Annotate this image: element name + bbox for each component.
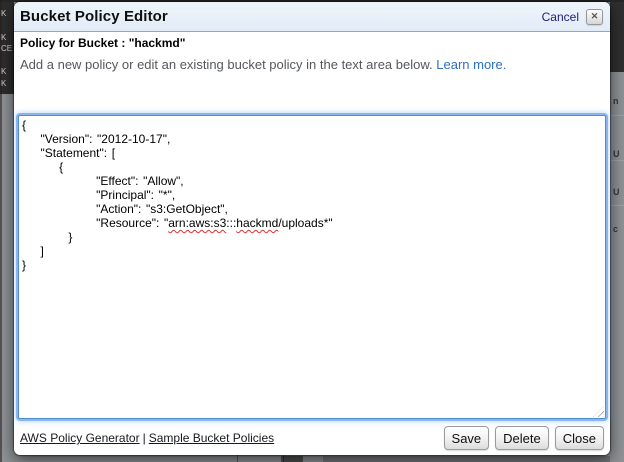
page-behind-text-smudge: [281, 456, 303, 462]
overlay-column-divider: [237, 455, 238, 462]
overlay-row-line: [610, 205, 624, 206]
overlay-row-line: [610, 115, 624, 116]
cancel-link[interactable]: Cancel: [542, 10, 579, 24]
policy-line: "Principal": "*",: [22, 188, 602, 202]
bucket-policy-editor-dialog: Bucket Policy Editor Cancel ✕ Policy for…: [14, 2, 610, 455]
overlay-row-line: [610, 160, 624, 161]
policy-line: "Effect": "Allow",: [22, 174, 602, 188]
close-button[interactable]: ✕: [586, 9, 603, 25]
dialog-title: Bucket Policy Editor: [20, 8, 168, 25]
resource-colons: :::: [226, 216, 236, 230]
page-behind-fragment: K: [1, 80, 6, 88]
page-behind-fragment: K: [1, 10, 6, 18]
dialog-footer: AWS Policy Generator|Sample Bucket Polic…: [14, 425, 610, 451]
page-behind-fragment: n: [613, 97, 619, 106]
page-behind-fragment: CE: [1, 45, 12, 53]
policy-textarea[interactable]: { "Version": "2012-10-17", "Statement": …: [18, 115, 606, 419]
resource-arn-spellcheck: arn:aws:s3: [168, 216, 226, 230]
dialog-description: Add a new policy or edit an existing buc…: [20, 57, 506, 72]
sample-bucket-policies-link[interactable]: Sample Bucket Policies: [149, 431, 274, 445]
policy-line: }: [22, 258, 602, 272]
page-behind-fragment: c: [613, 225, 618, 234]
policy-for-bucket-heading: Policy for Bucket : "hackmd": [20, 36, 185, 50]
description-text: Add a new policy or edit an existing buc…: [20, 57, 433, 72]
policy-line: {: [22, 160, 602, 174]
page-behind-fragment: K: [1, 34, 6, 42]
footer-links: AWS Policy Generator|Sample Bucket Polic…: [20, 431, 274, 445]
policy-line-resource: "Resource": "arn:aws:s3:::hackmd/uploads…: [22, 216, 602, 230]
policy-line: "Version": "2012-10-17",: [22, 132, 602, 146]
page-behind-dark-block: [323, 456, 610, 462]
dialog-header: Bucket Policy Editor Cancel ✕: [14, 2, 610, 32]
page-behind-fragment: K: [1, 68, 6, 76]
close-icon: ✕: [591, 11, 599, 22]
policy-line: "Action": "s3:GetObject",: [22, 202, 602, 216]
policy-line: }: [22, 230, 602, 244]
page-behind-fragment: U: [613, 150, 620, 159]
resource-suffix: /uploads*": [278, 216, 332, 230]
resource-prefix: "Resource": ": [22, 216, 168, 230]
resource-bucket-spellcheck: hackmd: [236, 216, 278, 230]
link-separator: |: [143, 431, 146, 445]
footer-buttons: Save Delete Close: [444, 426, 604, 450]
policy-line: {: [22, 118, 602, 132]
policy-line: "Statement": [: [22, 146, 602, 160]
aws-policy-generator-link[interactable]: AWS Policy Generator: [20, 431, 140, 445]
header-actions: Cancel ✕: [542, 9, 603, 25]
save-button[interactable]: Save: [444, 426, 490, 450]
textarea-resize-handle[interactable]: [593, 406, 604, 417]
delete-button[interactable]: Delete: [495, 426, 549, 450]
policy-line: ]: [22, 244, 602, 258]
learn-more-link[interactable]: Learn more.: [436, 57, 506, 72]
page-behind-fragment: U: [613, 188, 620, 197]
overlay-dark-topright: [610, 0, 624, 72]
close-button-footer[interactable]: Close: [555, 426, 604, 450]
